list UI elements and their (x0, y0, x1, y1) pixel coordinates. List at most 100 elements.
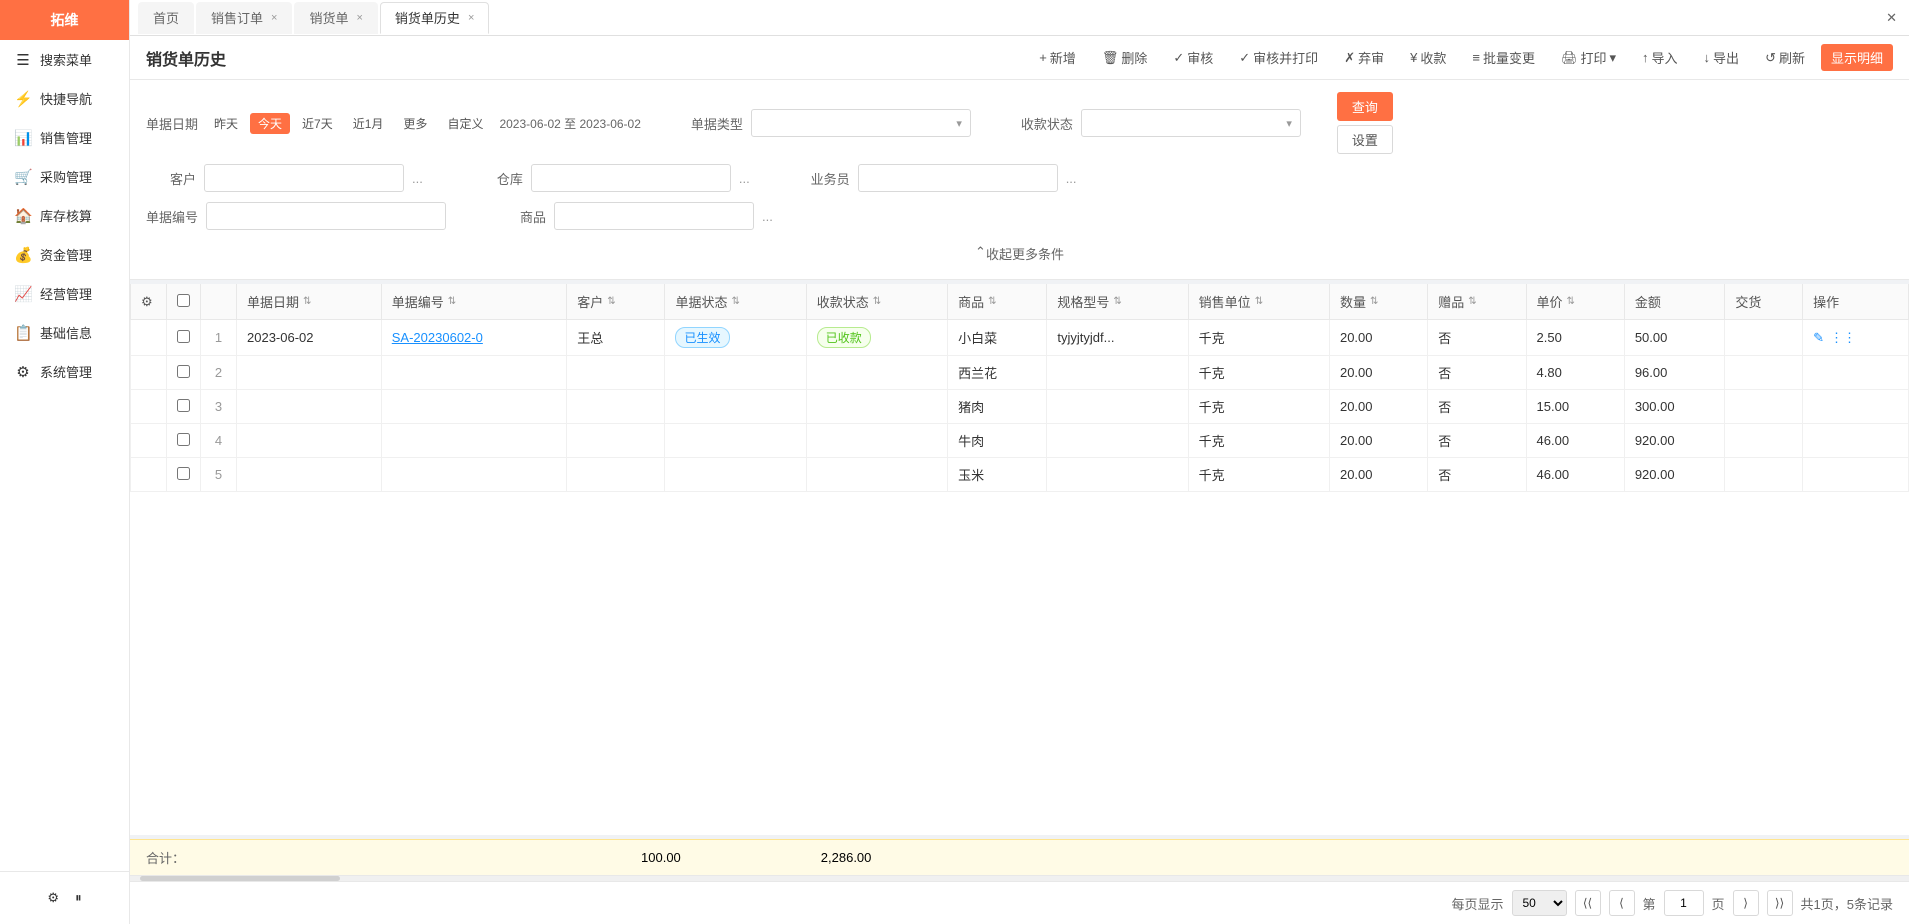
doc-status-sort[interactable]: 单据状态 ⇅ (675, 292, 795, 311)
collect-status-sort[interactable]: 收款状态 ⇅ (817, 292, 937, 311)
salesperson-input[interactable] (858, 164, 1058, 192)
date-tab-today[interactable]: 今天 (250, 113, 290, 134)
audit-print-button[interactable]: ✓ 审核并打印 (1229, 44, 1328, 71)
per-page-select[interactable]: 50 100 200 (1512, 890, 1567, 916)
collect-button[interactable]: ¥ 收款 (1400, 44, 1456, 71)
warehouse-label: 仓库 (473, 169, 523, 188)
sidebar-item-purchase-mgmt[interactable]: 🛒 采购管理 (0, 157, 129, 196)
row-checkbox-0[interactable] (177, 330, 190, 343)
spec-sort[interactable]: 规格型号 ⇅ (1057, 292, 1177, 311)
refresh-button[interactable]: ↺ 刷新 (1755, 44, 1815, 71)
price-sort[interactable]: 单价 ⇅ (1537, 292, 1614, 311)
discard-button[interactable]: ✗ 弃审 (1334, 44, 1394, 71)
th-doc-status[interactable]: 单据状态 ⇅ (665, 284, 806, 320)
th-spec[interactable]: 规格型号 ⇅ (1047, 284, 1188, 320)
collapse-row[interactable]: ⌃ 收起更多条件 (146, 240, 1893, 267)
row-checkbox-2[interactable] (177, 399, 190, 412)
goods-sort[interactable]: 商品 ⇅ (958, 292, 1036, 311)
cell-2-12: 否 (1428, 390, 1526, 424)
sidebar-item-search-menu[interactable]: ☰ 搜索菜单 (0, 40, 129, 79)
th-price[interactable]: 单价 ⇅ (1526, 284, 1624, 320)
th-checkbox[interactable] (167, 284, 201, 320)
th-doc-date[interactable]: 单据日期 ⇅ (237, 284, 382, 320)
gift-sort[interactable]: 赠品 ⇅ (1438, 292, 1515, 311)
doc-no-input[interactable] (206, 202, 446, 230)
cell-1-8: 西兰花 (948, 356, 1047, 390)
tab-sales-history[interactable]: 销货单历史 × (380, 2, 489, 34)
customer-dots[interactable]: ... (412, 171, 423, 186)
sidebar-item-sys-mgmt[interactable]: ⚙ 系统管理 (0, 352, 129, 391)
pause-icon[interactable]: ⏸ (75, 890, 82, 906)
sidebar-item-label: 采购管理 (40, 167, 92, 186)
tab-sales-order[interactable]: 销售订单 × (196, 2, 292, 34)
th-gift[interactable]: 赠品 ⇅ (1428, 284, 1526, 320)
th-qty[interactable]: 数量 ⇅ (1329, 284, 1427, 320)
sidebar-item-ops-mgmt[interactable]: 📈 经营管理 (0, 274, 129, 313)
sidebar-item-quick-nav[interactable]: ⚡ 快捷导航 (0, 79, 129, 118)
settings-button[interactable]: 设置 (1337, 125, 1393, 154)
select-all-checkbox[interactable] (177, 294, 190, 307)
export-button[interactable]: ↓ 导出 (1694, 44, 1750, 71)
th-settings[interactable]: ⚙ (131, 284, 167, 320)
th-customer[interactable]: 客户 ⇅ (567, 284, 665, 320)
collect-status-select[interactable]: ▾ (1081, 109, 1301, 137)
more-op-btn[interactable]: ⋮⋮ (1830, 330, 1856, 346)
edit-op-btn[interactable]: ✎ (1813, 330, 1824, 346)
audit-button[interactable]: ✓ 审核 (1163, 44, 1223, 71)
cell-0-9: tyjyjtyjdf... (1047, 320, 1188, 356)
date-tab-1month[interactable]: 近1月 (345, 113, 392, 134)
next-page-button[interactable]: ⟩ (1733, 890, 1759, 916)
sidebar-item-finance-mgmt[interactable]: 💰 资金管理 (0, 235, 129, 274)
tab-sales-order-close[interactable]: × (271, 12, 277, 24)
customer-sort[interactable]: 客户 ⇅ (577, 292, 654, 311)
doc-date-sort[interactable]: 单据日期 ⇅ (247, 292, 371, 311)
th-collect-status[interactable]: 收款状态 ⇅ (806, 284, 947, 320)
row-checkbox-4[interactable] (177, 467, 190, 480)
unit-sort[interactable]: 销售单位 ⇅ (1199, 292, 1319, 311)
goods-input[interactable] (554, 202, 754, 230)
sidebar-item-sales-mgmt[interactable]: 📊 销售管理 (0, 118, 129, 157)
doc-type-select[interactable]: ▾ (751, 109, 971, 137)
display-detail-button[interactable]: 显示明细 (1821, 44, 1893, 71)
first-page-button[interactable]: ⟨⟨ (1575, 890, 1601, 916)
th-goods[interactable]: 商品 ⇅ (948, 284, 1047, 320)
settings-bottom-icon[interactable]: ⚙ (47, 890, 59, 906)
tab-sales-goods-close[interactable]: × (356, 12, 362, 24)
customer-input[interactable] (204, 164, 404, 192)
batch-change-button[interactable]: ≡ 批量变更 (1462, 44, 1545, 71)
qty-sort[interactable]: 数量 ⇅ (1340, 292, 1417, 311)
print-button[interactable]: 🖨 打印 ▾ (1551, 44, 1626, 71)
date-tab-more[interactable]: 更多 (395, 113, 435, 134)
page-input[interactable] (1664, 890, 1704, 916)
delete-button[interactable]: 🗑 删除 (1092, 44, 1158, 71)
doc-no-link[interactable]: SA-20230602-0 (392, 330, 483, 345)
prev-page-button[interactable]: ⟨ (1609, 890, 1635, 916)
date-tab-custom[interactable]: 自定义 (439, 113, 491, 134)
sidebar-item-basic-info[interactable]: 📋 基础信息 (0, 313, 129, 352)
date-tab-yesterday[interactable]: 昨天 (206, 113, 246, 134)
warehouse-input[interactable] (531, 164, 731, 192)
tab-sales-history-close[interactable]: × (468, 12, 474, 24)
th-doc-no[interactable]: 单据编号 ⇅ (381, 284, 566, 320)
tab-bar-close[interactable]: ✕ (1882, 6, 1901, 30)
salesperson-dots[interactable]: ... (1066, 171, 1077, 186)
tab-sales-order-label: 销售订单 (211, 8, 263, 27)
cell-0-16: ✎ ⋮⋮ (1803, 320, 1909, 356)
sidebar-bottom-actions[interactable]: ⚙ ⏸ (0, 880, 129, 916)
query-button[interactable]: 查询 (1337, 92, 1393, 121)
sidebar-item-inventory[interactable]: 🏠 库存核算 (0, 196, 129, 235)
tab-home[interactable]: 首页 (138, 2, 194, 34)
cell-1-0 (131, 356, 167, 390)
cell-1-7 (806, 356, 947, 390)
warehouse-dots[interactable]: ... (739, 171, 750, 186)
row-checkbox-1[interactable] (177, 365, 190, 378)
goods-dots[interactable]: ... (762, 209, 773, 224)
import-button[interactable]: ↑ 导入 (1632, 44, 1688, 71)
th-unit[interactable]: 销售单位 ⇅ (1188, 284, 1329, 320)
doc-no-sort[interactable]: 单据编号 ⇅ (392, 292, 556, 311)
row-checkbox-3[interactable] (177, 433, 190, 446)
date-tab-7days[interactable]: 近7天 (294, 113, 341, 134)
last-page-button[interactable]: ⟩⟩ (1767, 890, 1793, 916)
add-button[interactable]: + 新增 (1029, 44, 1086, 71)
tab-sales-goods[interactable]: 销货单 × (294, 2, 377, 34)
